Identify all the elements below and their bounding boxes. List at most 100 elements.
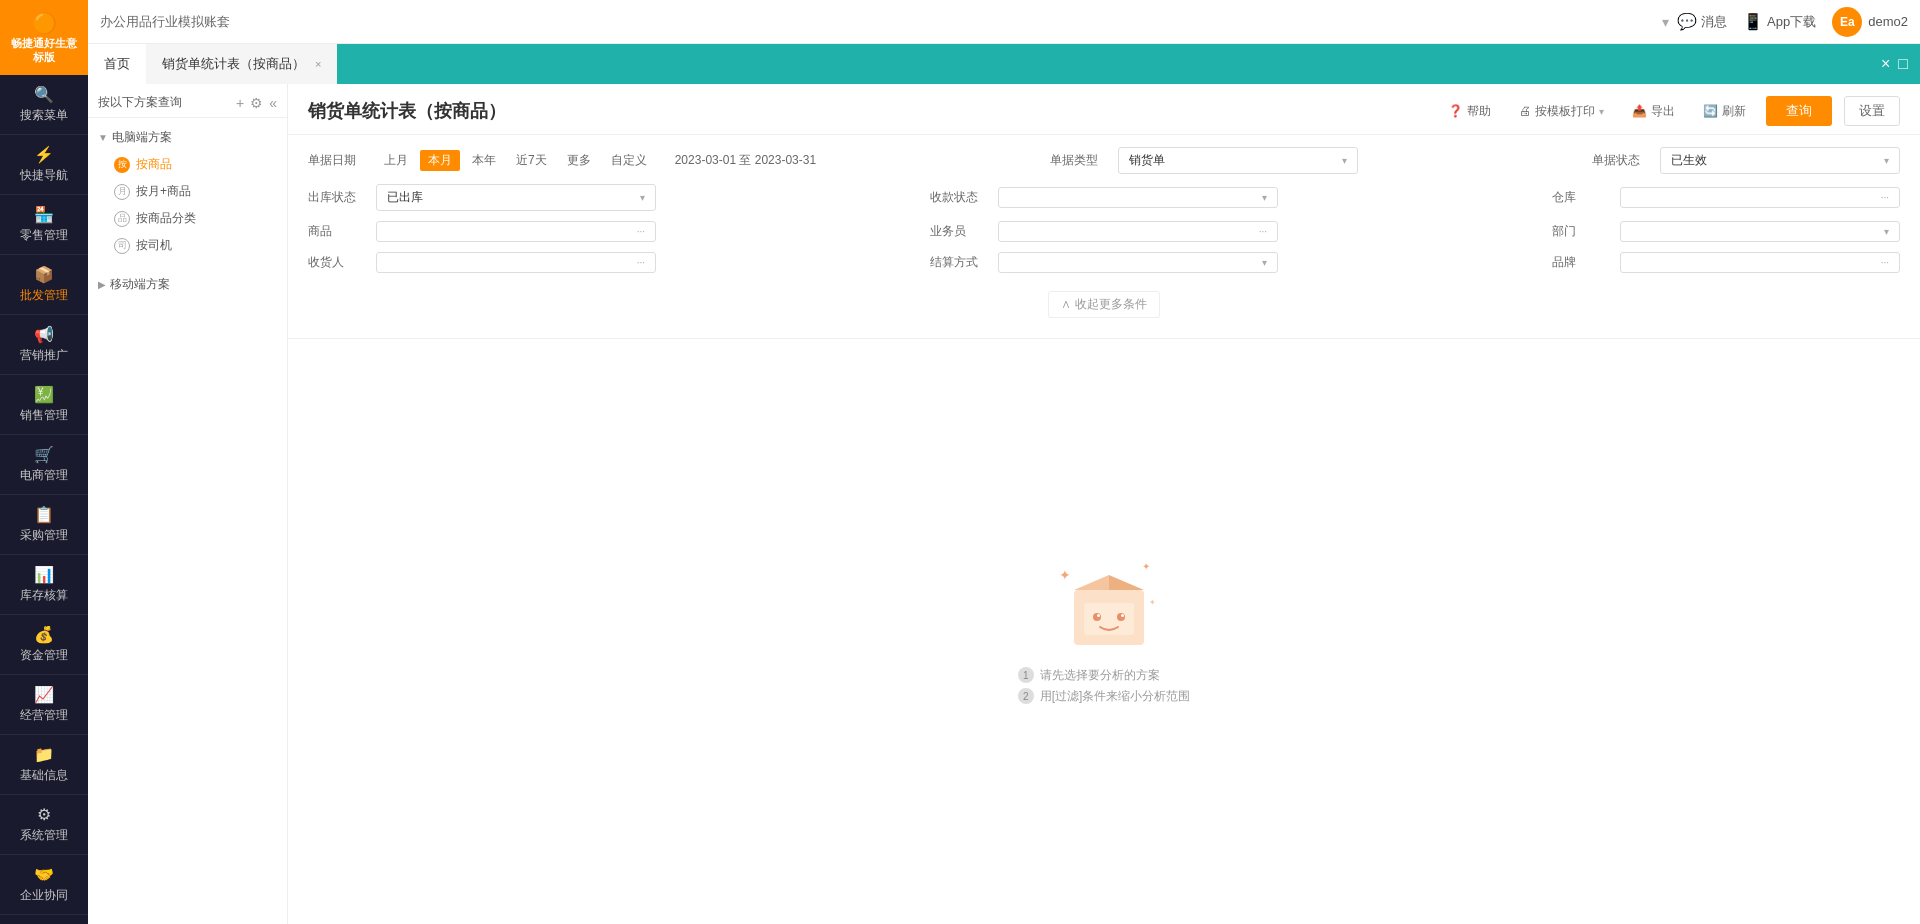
- logo-icon: 🟠: [6, 10, 82, 36]
- doc-status-select[interactable]: 已生效 ▾: [1660, 147, 1900, 174]
- topbar: 办公用品行业模拟账套 ▾ 💬 消息 📱 App下载 Ea demo2: [88, 0, 1920, 44]
- sidebar-item-wholesale[interactable]: 📦 批发管理: [0, 255, 88, 315]
- date-tab-custom[interactable]: 自定义: [603, 150, 655, 171]
- sidebar-item-purchase[interactable]: 📋 采购管理: [0, 495, 88, 555]
- sales-icon: 💹: [34, 385, 54, 404]
- goods-select[interactable]: ···: [376, 221, 656, 242]
- print-btn[interactable]: 🖨 按模板打印 ▾: [1511, 99, 1612, 124]
- query-btn[interactable]: 查询: [1766, 96, 1832, 126]
- refresh-icon: 🔄: [1703, 104, 1718, 118]
- svg-point-4: [1097, 614, 1100, 617]
- collapse-more-btn[interactable]: ∧ 收起更多条件: [1048, 291, 1159, 318]
- sidebar-item-operations[interactable]: 📈 经营管理: [0, 675, 88, 735]
- receiver-select[interactable]: ···: [376, 252, 656, 273]
- tab-close-icon[interactable]: ×: [315, 58, 321, 70]
- page-header: 销货单统计表（按商品） ❓ 帮助 🖨 按模板打印 ▾ 📤 导出: [288, 84, 1920, 135]
- sidebar-item-retail[interactable]: 🏪 零售管理: [0, 195, 88, 255]
- tree-child-goods-cat[interactable]: 品 按商品分类: [88, 205, 287, 232]
- warehouse-select[interactable]: ···: [1620, 187, 1900, 208]
- sidebar-item-collab[interactable]: 🤝 企业协同: [0, 855, 88, 915]
- tab-home[interactable]: 首页: [88, 44, 146, 84]
- date-tab-thisyear[interactable]: 本年: [464, 150, 504, 171]
- date-range-value: 2023-03-01 至 2023-03-31: [675, 152, 816, 169]
- sidebar-operations-label: 经营管理: [20, 707, 68, 724]
- tree-child-driver[interactable]: 司 按司机: [88, 232, 287, 259]
- user-menu[interactable]: Ea demo2: [1832, 7, 1908, 37]
- filter-area: 单据日期 上月 本月 本年 近7天 更多 自定义 2023-03-01 至 20…: [288, 135, 1920, 339]
- tree-child-goods[interactable]: 按 按商品: [88, 151, 287, 178]
- date-tab-7days[interactable]: 近7天: [508, 150, 555, 171]
- svg-point-2: [1093, 613, 1101, 621]
- sidebar-item-marketing[interactable]: 📢 营销推广: [0, 315, 88, 375]
- receiver-arrow: ···: [637, 257, 645, 268]
- tree-parent-mobile[interactable]: ▶ 移动端方案: [88, 271, 287, 298]
- date-tab-more[interactable]: 更多: [559, 150, 599, 171]
- doc-type-select[interactable]: 销货单 ▾: [1118, 147, 1358, 174]
- tree-parent-desktop[interactable]: ▼ 电脑端方案: [88, 124, 287, 151]
- refresh-btn[interactable]: 🔄 刷新: [1695, 99, 1754, 124]
- help-label: 帮助: [1467, 103, 1491, 120]
- doc-status-arrow: ▾: [1884, 155, 1889, 166]
- dept-select[interactable]: ▾: [1620, 221, 1900, 242]
- tip-1-text: 请先选择要分析的方案: [1040, 667, 1160, 684]
- filter-row-1: 单据日期 上月 本月 本年 近7天 更多 自定义 2023-03-01 至 20…: [308, 147, 1900, 174]
- sidebar-item-sales[interactable]: 💹 销售管理: [0, 375, 88, 435]
- user-name: demo2: [1868, 14, 1908, 29]
- close-window-btn[interactable]: ×: [1881, 55, 1890, 73]
- tree-child-month-goods[interactable]: 月 按月+商品: [88, 178, 287, 205]
- app-download-icon: 📱: [1743, 12, 1763, 31]
- print-dropdown-icon[interactable]: ▾: [1599, 106, 1604, 117]
- sidebar-logo[interactable]: 🟠 畅捷通好生意 标版: [0, 0, 88, 75]
- out-status-arrow: ▾: [640, 192, 645, 203]
- industry-dropdown[interactable]: ▾: [1662, 14, 1669, 30]
- salesman-arrow: ···: [1259, 226, 1267, 237]
- salesman-select[interactable]: ···: [998, 221, 1278, 242]
- right-panel: 销货单统计表（按商品） ❓ 帮助 🖨 按模板打印 ▾ 📤 导出: [288, 84, 1920, 924]
- sidebar-item-sysadmin[interactable]: ⚙ 系统管理: [0, 795, 88, 855]
- collect-status-label: 收款状态: [930, 189, 990, 206]
- tree-section-mobile: ▶ 移动端方案: [88, 265, 287, 304]
- app-download-label: App下载: [1767, 13, 1816, 31]
- purchase-icon: 📋: [34, 505, 54, 524]
- tree-child-month-goods-label: 按月+商品: [136, 183, 191, 200]
- salesman-label: 业务员: [930, 223, 990, 240]
- sidebar-item-newguide[interactable]: 🎯 新手引导: [0, 915, 88, 924]
- out-status-select[interactable]: 已出库 ▾: [376, 184, 656, 211]
- message-btn[interactable]: 💬 消息: [1677, 12, 1727, 31]
- tree-child-goods-label: 按商品: [136, 156, 172, 173]
- maximize-window-btn[interactable]: □: [1898, 55, 1908, 73]
- refresh-label: 刷新: [1722, 103, 1746, 120]
- sidebar-item-finance[interactable]: 💰 资金管理: [0, 615, 88, 675]
- sidebar-item-basicinfo[interactable]: 📁 基础信息: [0, 735, 88, 795]
- settings-btn[interactable]: 设置: [1844, 96, 1900, 126]
- sidebar-item-search[interactable]: 🔍 搜索菜单: [0, 75, 88, 135]
- goods-arrow: ···: [637, 226, 645, 237]
- scheme-settings-btn[interactable]: ⚙: [250, 95, 263, 111]
- add-scheme-btn[interactable]: +: [236, 95, 244, 111]
- payment-select[interactable]: ▾: [998, 252, 1278, 273]
- collect-status-select[interactable]: ▾: [998, 187, 1278, 208]
- date-tab-lastmonth[interactable]: 上月: [376, 150, 416, 171]
- app-download-btn[interactable]: 📱 App下载: [1743, 12, 1816, 31]
- collapse-panel-btn[interactable]: «: [269, 95, 277, 111]
- date-tab-thismonth[interactable]: 本月: [420, 150, 460, 171]
- avatar-text: Ea: [1840, 15, 1855, 29]
- sidebar-inventory-label: 库存核算: [20, 587, 68, 604]
- export-btn[interactable]: 📤 导出: [1624, 99, 1683, 124]
- help-btn[interactable]: ❓ 帮助: [1440, 99, 1499, 124]
- sidebar-item-quicknav[interactable]: ⚡ 快捷导航: [0, 135, 88, 195]
- sidebar-item-inventory[interactable]: 📊 库存核算: [0, 555, 88, 615]
- brand-select[interactable]: ···: [1620, 252, 1900, 273]
- industry-title: 办公用品行业模拟账套: [100, 13, 1654, 31]
- sidebar-item-ecommerce[interactable]: 🛒 电商管理: [0, 435, 88, 495]
- filter-row-3: 商品 ··· 业务员 ··· 部门 ▾: [308, 221, 1900, 242]
- tree-section-desktop: ▼ 电脑端方案 按 按商品 月 按月+商品 品: [88, 118, 287, 265]
- tab-sales-stat[interactable]: 销货单统计表（按商品） ×: [146, 44, 337, 84]
- ecommerce-icon: 🛒: [34, 445, 54, 464]
- date-tabs: 上月 本月 本年 近7天 更多 自定义: [376, 150, 655, 171]
- doc-status-value: 已生效: [1671, 152, 1707, 169]
- empty-tip-2: 2 用[过滤]条件来缩小分析范围: [1018, 688, 1191, 705]
- warehouse-label: 仓库: [1552, 189, 1612, 206]
- month-goods-scheme-icon: 月: [114, 184, 130, 200]
- basicinfo-icon: 📁: [34, 745, 54, 764]
